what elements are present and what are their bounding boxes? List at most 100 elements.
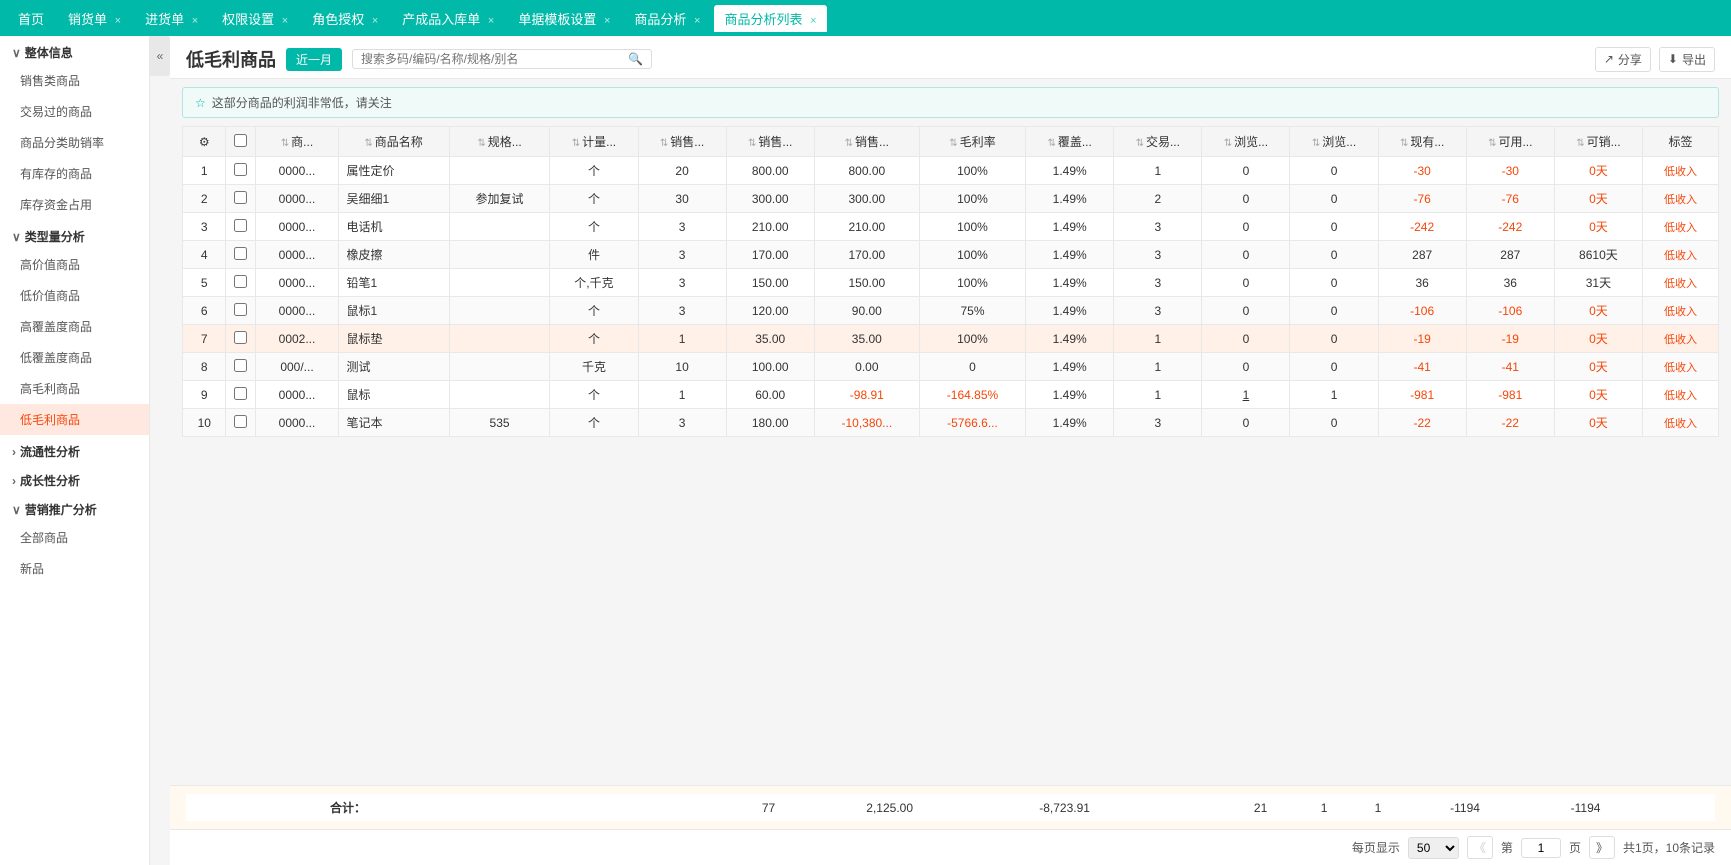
export-button[interactable]: ⬇ 导出 [1659, 47, 1715, 72]
col-sales-price[interactable]: ⇅销售... [726, 127, 814, 157]
sidebar-item-low-coverage[interactable]: 低覆盖度商品 [0, 342, 149, 373]
page-next-button[interactable]: 》 [1589, 836, 1615, 859]
row-view2: 0 [1290, 297, 1378, 325]
nav-purchase[interactable]: 进货单 × [135, 5, 208, 32]
table-row: 8 000/... 测试 千克 10 100.00 0.00 0 1.49% 1… [183, 353, 1719, 381]
row-select-checkbox[interactable] [234, 191, 247, 204]
col-gross-margin[interactable]: ⇅毛利率 [919, 127, 1025, 157]
sidebar-item-low-margin[interactable]: 低毛利商品 [0, 404, 149, 435]
sidebar-item-low-value[interactable]: 低价值商品 [0, 280, 149, 311]
nav-template[interactable]: 单据模板设置 × [508, 5, 620, 32]
row-sales-price: 100.00 [726, 353, 814, 381]
sidebar-item-traded-goods[interactable]: 交易过的商品 [0, 96, 149, 127]
col-sales-profit[interactable]: ⇅销售... [814, 127, 919, 157]
col-available[interactable]: ⇅可用... [1466, 127, 1554, 157]
row-checkbox[interactable] [226, 325, 256, 353]
sidebar-group-marketing[interactable]: ∨ 营销推广分析 [0, 493, 149, 522]
alert-banner: ☆ 这部分商品的利润非常低，请关注 [182, 87, 1719, 118]
sidebar-group-flow[interactable]: › 流通性分析 [0, 435, 149, 464]
col-coverage[interactable]: ⇅覆盖... [1026, 127, 1114, 157]
row-checkbox[interactable] [226, 185, 256, 213]
nav-product-entry[interactable]: 产成品入库单 × [392, 5, 504, 32]
share-button[interactable]: ↗ 分享 [1595, 47, 1651, 72]
sidebar-collapse-button[interactable]: « [150, 36, 170, 76]
search-box[interactable]: 🔍 [352, 49, 652, 69]
col-saleable[interactable]: ⇅可销... [1554, 127, 1642, 157]
row-transaction: 3 [1114, 269, 1202, 297]
col-view2[interactable]: ⇅浏览... [1290, 127, 1378, 157]
row-select-checkbox[interactable] [234, 387, 247, 400]
sidebar-group-growth[interactable]: › 成长性分析 [0, 464, 149, 493]
select-all-checkbox[interactable] [234, 134, 247, 147]
col-spec[interactable]: ⇅规格... [449, 127, 550, 157]
nav-permission[interactable]: 权限设置 × [212, 5, 298, 32]
page-prev-button[interactable]: 《 [1467, 836, 1493, 859]
row-checkbox[interactable] [226, 213, 256, 241]
row-checkbox[interactable] [226, 297, 256, 325]
row-gross-margin: 0 [919, 353, 1025, 381]
row-select-checkbox[interactable] [234, 359, 247, 372]
row-select-checkbox[interactable] [234, 331, 247, 344]
row-select-checkbox[interactable] [234, 303, 247, 316]
sidebar-item-capital[interactable]: 库存资金占用 [0, 189, 149, 220]
row-select-checkbox[interactable] [234, 275, 247, 288]
search-icon[interactable]: 🔍 [628, 52, 643, 66]
col-sales-qty[interactable]: ⇅销售... [638, 127, 726, 157]
nav-sales[interactable]: 销货单 × [58, 5, 131, 32]
footer-total: 合计： 77 2,125.00 -8,723.91 21 1 1 -1194 -… [170, 785, 1731, 829]
nav-goods-analysis-close[interactable]: × [694, 15, 700, 27]
row-checkbox[interactable] [226, 241, 256, 269]
row-checkbox[interactable] [226, 353, 256, 381]
nav-role-close[interactable]: × [372, 15, 378, 27]
sidebar-item-high-value[interactable]: 高价值商品 [0, 249, 149, 280]
row-transaction: 2 [1114, 185, 1202, 213]
row-select-checkbox[interactable] [234, 247, 247, 260]
nav-goods-analysis-list-close[interactable]: × [810, 15, 816, 27]
sidebar-group-overall[interactable]: ∨ 整体信息 [0, 36, 149, 65]
table-container[interactable]: ⚙ ⇅商... ⇅商品名称 ⇅规格... ⇅计量... ⇅销售... ⇅销售..… [170, 126, 1731, 785]
row-checkbox[interactable] [226, 409, 256, 437]
row-select-checkbox[interactable] [234, 415, 247, 428]
nav-role[interactable]: 角色授权 × [302, 5, 388, 32]
row-code: 0000... [256, 157, 338, 185]
row-select-checkbox[interactable] [234, 163, 247, 176]
page-size-select[interactable]: 50 20 100 [1408, 837, 1459, 859]
nav-goods-analysis-list[interactable]: 商品分析列表 × [714, 5, 826, 32]
nav-permission-close[interactable]: × [282, 15, 288, 27]
nav-product-entry-close[interactable]: × [488, 15, 494, 27]
sidebar-item-high-margin[interactable]: 高毛利商品 [0, 373, 149, 404]
col-transaction[interactable]: ⇅交易... [1114, 127, 1202, 157]
sidebar-group-type-label: 类型量分析 [25, 228, 85, 245]
filter-button[interactable]: 近一月 [286, 48, 342, 71]
sidebar-item-category-rate[interactable]: 商品分类助销率 [0, 127, 149, 158]
sidebar-group-type[interactable]: ∨ 类型量分析 [0, 220, 149, 249]
sidebar-item-high-coverage[interactable]: 高覆盖度商品 [0, 311, 149, 342]
row-select-checkbox[interactable] [234, 219, 247, 232]
row-view1[interactable]: 1 [1202, 381, 1290, 409]
sidebar-item-new-goods[interactable]: 新品 [0, 553, 149, 584]
nav-template-close[interactable]: × [604, 15, 610, 27]
col-code[interactable]: ⇅商... [256, 127, 338, 157]
table-row: 4 0000... 橡皮擦 件 3 170.00 170.00 100% 1.4… [183, 241, 1719, 269]
col-unit[interactable]: ⇅计量... [550, 127, 638, 157]
nav-purchase-close[interactable]: × [192, 15, 198, 27]
row-coverage: 1.49% [1026, 381, 1114, 409]
sidebar-item-all-goods[interactable]: 全部商品 [0, 522, 149, 553]
page-input[interactable] [1521, 838, 1561, 858]
sidebar-item-in-stock[interactable]: 有库存的商品 [0, 158, 149, 189]
col-view1[interactable]: ⇅浏览... [1202, 127, 1290, 157]
table-row: 10 0000... 笔记本 535 个 3 180.00 -10,380...… [183, 409, 1719, 437]
col-checkbox[interactable] [226, 127, 256, 157]
row-checkbox[interactable] [226, 269, 256, 297]
nav-goods-analysis[interactable]: 商品分析 × [624, 5, 710, 32]
row-available: 36 [1466, 269, 1554, 297]
nav-home[interactable]: 首页 [8, 5, 54, 32]
col-current-stock[interactable]: ⇅现有... [1378, 127, 1466, 157]
col-name[interactable]: ⇅商品名称 [338, 127, 449, 157]
row-checkbox[interactable] [226, 157, 256, 185]
row-checkbox[interactable] [226, 381, 256, 409]
sidebar-item-sales-goods[interactable]: 销售类商品 [0, 65, 149, 96]
col-settings[interactable]: ⚙ [183, 127, 226, 157]
nav-sales-close[interactable]: × [115, 15, 121, 27]
search-input[interactable] [361, 52, 628, 66]
